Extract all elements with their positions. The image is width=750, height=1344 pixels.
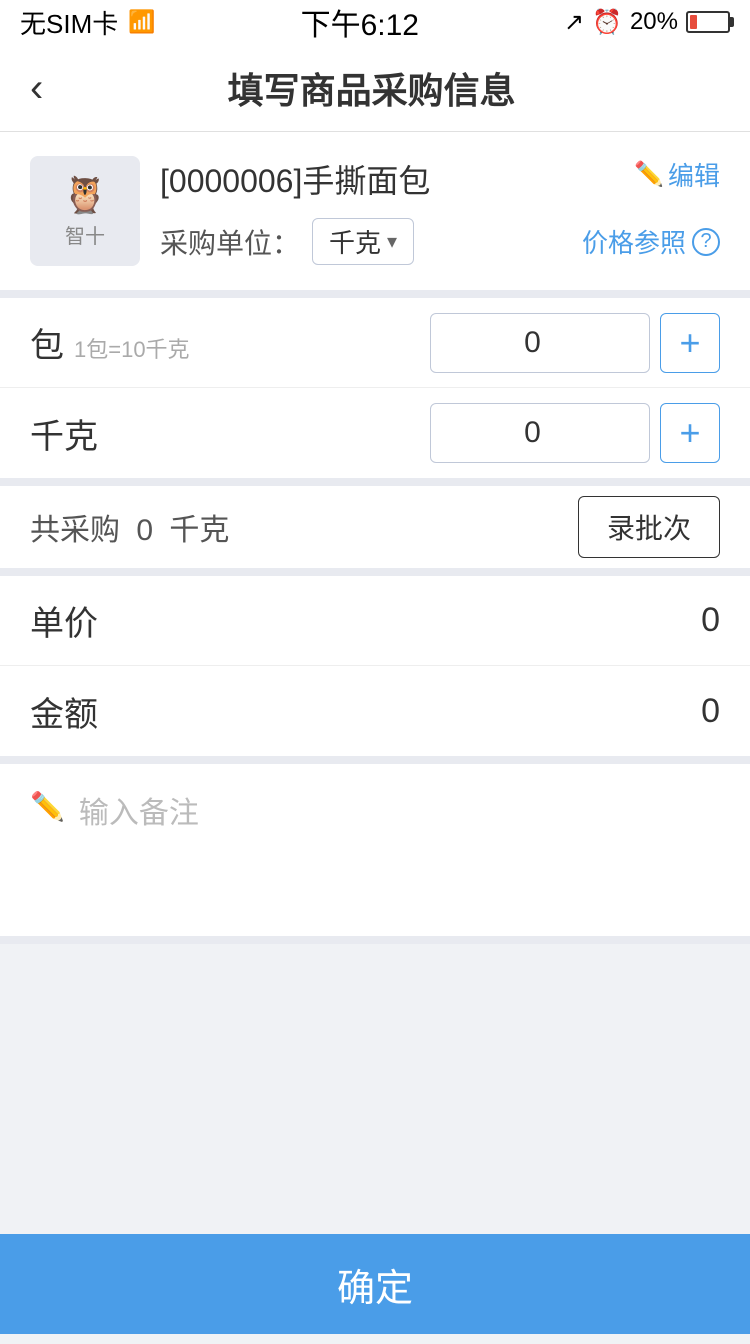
nav-bar: ‹ 填写商品采购信息 bbox=[0, 44, 750, 132]
kg-plus-button[interactable]: + bbox=[660, 403, 720, 463]
product-name-row: [0000006]手撕面包 ✏️ 编辑 bbox=[160, 156, 720, 202]
input-row-kg: 千克 + bbox=[0, 388, 750, 478]
kg-label: 千克 bbox=[30, 409, 150, 458]
summary-unit: 千克 bbox=[169, 514, 229, 547]
bao-sublabel: 1包=10千克 bbox=[74, 332, 190, 364]
unit-price-value: 0 bbox=[701, 601, 720, 640]
notes-section[interactable]: ✏️ 输入备注 bbox=[0, 764, 750, 944]
unit-price-label: 单价 bbox=[30, 596, 98, 645]
amount-value: 0 bbox=[701, 692, 720, 731]
status-left: 无SIM卡 📶 bbox=[20, 4, 156, 41]
battery-icon bbox=[686, 11, 730, 33]
summary-text: 共采购 0 千克 bbox=[30, 505, 229, 549]
kg-unit: 千克 bbox=[30, 409, 98, 458]
unit-price-row: 单价 0 bbox=[0, 576, 750, 666]
product-thumb-brand: 智十 bbox=[65, 220, 105, 249]
chevron-down-icon: ▾ bbox=[387, 229, 397, 254]
product-card: 🦉 智十 [0000006]手撕面包 ✏️ 编辑 采购单位： 千克 ▾ bbox=[0, 132, 750, 298]
back-button[interactable]: ‹ bbox=[30, 68, 43, 108]
bao-plus-button[interactable]: + bbox=[660, 313, 720, 373]
kg-input-wrap: + bbox=[150, 403, 720, 463]
record-batch-button[interactable]: 录批次 bbox=[578, 496, 720, 558]
kg-quantity-input[interactable] bbox=[430, 403, 650, 463]
edit-label: 编辑 bbox=[668, 156, 720, 193]
battery-percent: 20% bbox=[630, 8, 678, 36]
summary-value: 0 bbox=[136, 514, 153, 547]
bao-quantity-input[interactable] bbox=[430, 313, 650, 373]
content-spacer bbox=[0, 944, 750, 1244]
bao-unit: 包 bbox=[30, 318, 64, 367]
status-right: ↗ ⏰ 20% bbox=[564, 8, 730, 37]
location-icon: ↗ bbox=[564, 8, 584, 37]
product-name: [0000006]手撕面包 bbox=[160, 156, 430, 202]
product-thumbnail: 🦉 智十 bbox=[30, 156, 140, 266]
price-section: 单价 0 金额 0 bbox=[0, 576, 750, 764]
quantity-section: 包 1包=10千克 + 千克 + bbox=[0, 298, 750, 486]
alarm-icon: ⏰ bbox=[592, 8, 622, 37]
unit-select-wrap: 采购单位： 千克 ▾ bbox=[160, 218, 414, 265]
price-reference-button[interactable]: 价格参照 ? bbox=[582, 223, 720, 260]
carrier-label: 无SIM卡 bbox=[20, 4, 118, 41]
product-info: [0000006]手撕面包 ✏️ 编辑 采购单位： 千克 ▾ 价格参照 ? bbox=[160, 156, 720, 265]
summary-prefix: 共采购 bbox=[30, 514, 120, 547]
unit-value: 千克 bbox=[329, 223, 381, 260]
status-time: 下午6:12 bbox=[301, 0, 419, 44]
unit-dropdown[interactable]: 千克 ▾ bbox=[312, 218, 414, 265]
pencil-icon: ✏️ bbox=[30, 790, 65, 823]
bao-label: 包 1包=10千克 bbox=[30, 318, 190, 367]
unit-label: 采购单位： bbox=[160, 222, 300, 262]
summary-row: 共采购 0 千克 录批次 bbox=[0, 486, 750, 576]
confirm-button[interactable]: 确定 bbox=[0, 1234, 750, 1334]
amount-row: 金额 0 bbox=[0, 666, 750, 756]
edit-button[interactable]: ✏️ 编辑 bbox=[634, 156, 720, 193]
product-unit-row: 采购单位： 千克 ▾ 价格参照 ? bbox=[160, 218, 720, 265]
product-thumb-icon: 🦉 bbox=[63, 174, 108, 216]
amount-label: 金额 bbox=[30, 687, 98, 736]
notes-placeholder: 输入备注 bbox=[79, 788, 199, 832]
wifi-icon: 📶 bbox=[128, 9, 155, 35]
help-icon: ? bbox=[692, 228, 720, 256]
bao-input-wrap: + bbox=[190, 313, 720, 373]
price-ref-label: 价格参照 bbox=[582, 223, 686, 260]
input-row-bao: 包 1包=10千克 + bbox=[0, 298, 750, 388]
page-title: 填写商品采购信息 bbox=[63, 62, 680, 114]
status-bar: 无SIM卡 📶 下午6:12 ↗ ⏰ 20% bbox=[0, 0, 750, 44]
edit-icon: ✏️ bbox=[634, 160, 664, 189]
